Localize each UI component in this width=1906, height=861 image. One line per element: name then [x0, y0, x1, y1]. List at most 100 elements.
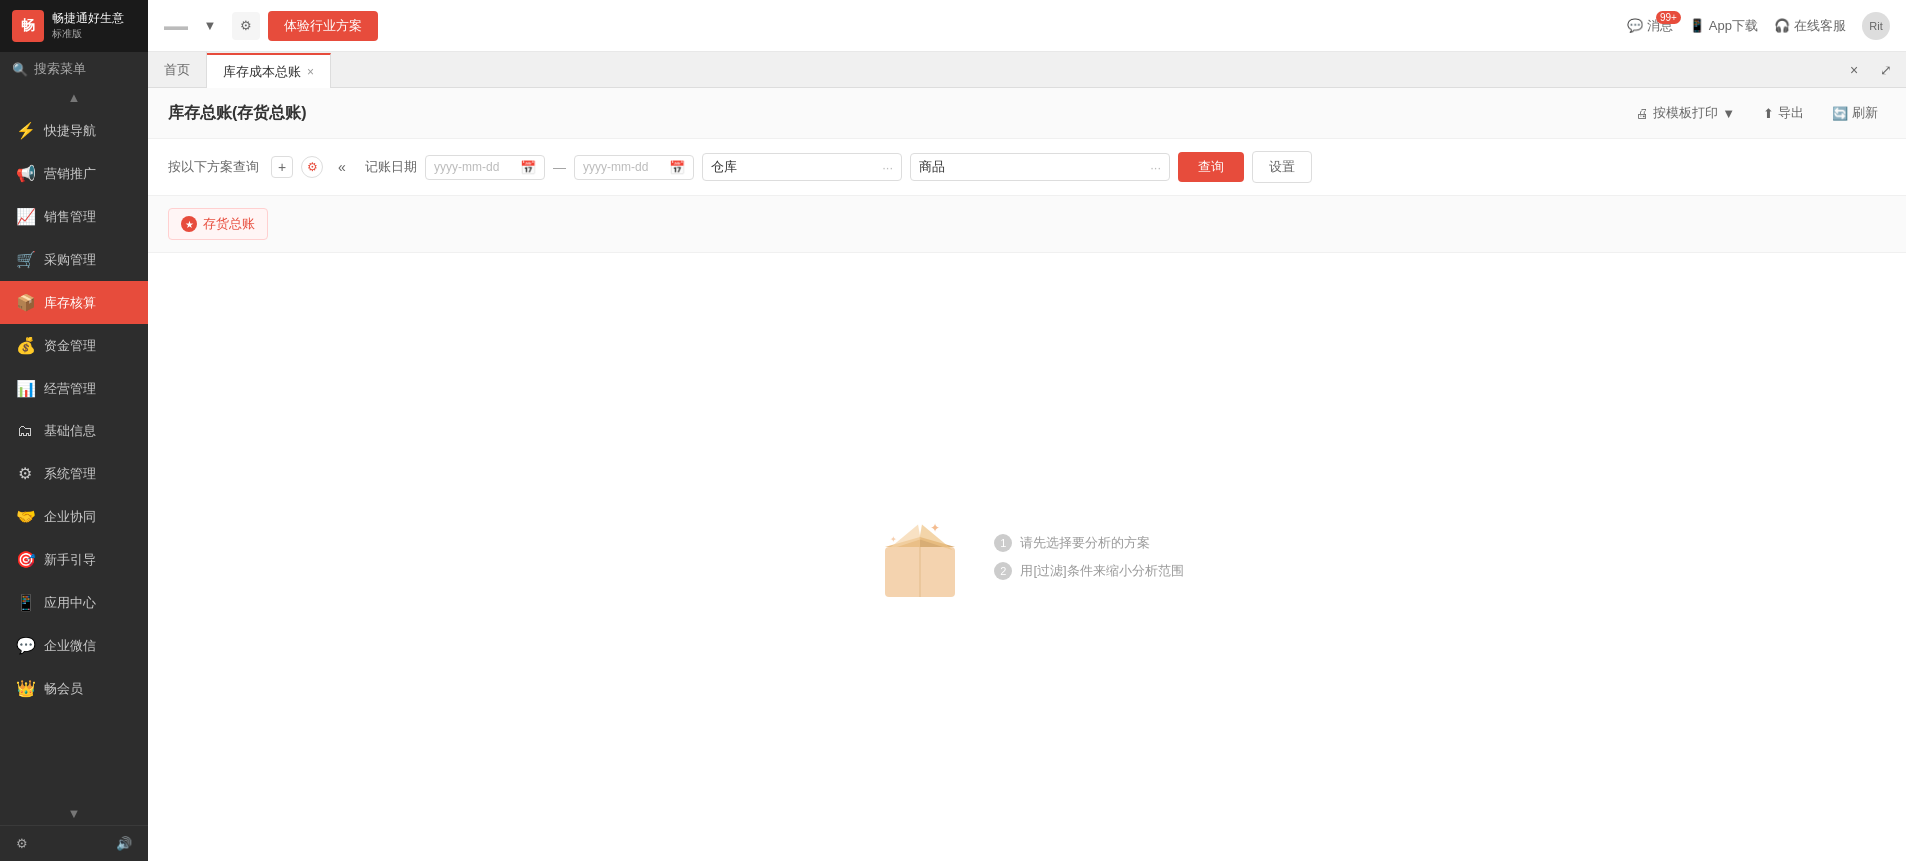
sidebar-item-marketing[interactable]: 📢 营销推广 [0, 152, 148, 195]
page-header: 库存总账(存货总账) 🖨 按模板打印 ▼ ⬆ 导出 🔄 刷新 [148, 88, 1906, 139]
date-from-input[interactable]: yyyy-mm-dd 📅 [425, 155, 545, 180]
sidebar-item-basic[interactable]: 🗂 基础信息 [0, 410, 148, 452]
tab-expand-btn[interactable]: ⤢ [1874, 58, 1898, 82]
sidebar-item-label: 畅会员 [44, 680, 83, 698]
tab-close-all-btn[interactable]: × [1842, 58, 1866, 82]
tab-home-label: 首页 [164, 61, 190, 79]
refresh-icon: 🔄 [1832, 106, 1848, 121]
sidebar-item-label: 快捷导航 [44, 122, 96, 140]
filter-settings-action-btn[interactable]: 设置 [1252, 151, 1312, 183]
sidebar-item-app-center[interactable]: 📱 应用中心 [0, 581, 148, 624]
online-service-label: 在线客服 [1794, 17, 1846, 35]
app-download-btn[interactable]: 📱 App下载 [1689, 17, 1758, 35]
basic-icon: 🗂 [16, 422, 34, 440]
query-btn[interactable]: 查询 [1178, 152, 1244, 182]
sidebar-item-sales[interactable]: 📈 销售管理 [0, 195, 148, 238]
instruction-item-2: 2 用[过滤]条件来缩小分析范围 [994, 562, 1183, 580]
purchase-icon: 🛒 [16, 250, 34, 269]
topbar-gear-btn[interactable]: ⚙ [232, 12, 260, 40]
calendar-icon-end: 📅 [669, 160, 685, 175]
warehouse-dots-icon: ··· [882, 160, 893, 175]
scheme-star-icon: ★ [181, 216, 197, 232]
messages-btn[interactable]: 💬 消息 99+ [1627, 17, 1673, 35]
filter-collapse-btn[interactable]: « [331, 156, 353, 178]
refresh-btn[interactable]: 🔄 刷新 [1824, 100, 1886, 126]
warehouse-select[interactable]: 仓库 ··· [702, 153, 902, 181]
filter-group: 记账日期 yyyy-mm-dd 📅 — yyyy-mm-dd 📅 仓库 ··· [365, 151, 1886, 183]
audio-icon[interactable]: 🔊 [116, 836, 132, 851]
chevron-down-icon: ▼ [204, 18, 217, 33]
search-menu-item[interactable]: 🔍 搜索菜单 [0, 52, 148, 86]
sidebar-item-operations[interactable]: 📊 经营管理 [0, 367, 148, 410]
breadcrumb-text: ▬▬ [164, 19, 188, 33]
sidebar-scroll-up[interactable]: ▲ [0, 86, 148, 109]
gear-icon: ⚙ [240, 18, 252, 33]
warehouse-label: 仓库 [711, 158, 737, 176]
topbar-left: ▬▬ ▼ ⚙ 体验行业方案 [164, 11, 1615, 41]
sidebar-item-purchase[interactable]: 🛒 采购管理 [0, 238, 148, 281]
operations-icon: 📊 [16, 379, 34, 398]
search-icon: 🔍 [12, 62, 28, 77]
svg-text:✦: ✦ [930, 521, 940, 535]
app-title-group: 畅捷通好生意 标准版 [52, 11, 124, 41]
sidebar-item-finance[interactable]: 💰 资金管理 [0, 324, 148, 367]
filter-label: 按以下方案查询 [168, 158, 259, 176]
goods-select[interactable]: 商品 ··· [910, 153, 1170, 181]
sidebar-item-quick-nav[interactable]: ⚡ 快捷导航 [0, 109, 148, 152]
print-template-btn[interactable]: 🖨 按模板打印 ▼ [1628, 100, 1743, 126]
export-btn[interactable]: ⬆ 导出 [1755, 100, 1812, 126]
app-download-label: App下载 [1709, 17, 1758, 35]
topbar-dropdown-btn[interactable]: ▼ [196, 12, 224, 40]
filter-gear-icon: ⚙ [307, 160, 318, 174]
online-service-btn[interactable]: 🎧 在线客服 [1774, 17, 1846, 35]
goods-label: 商品 [919, 158, 945, 176]
marketing-icon: 📢 [16, 164, 34, 183]
print-template-label: 按模板打印 [1653, 104, 1718, 122]
beginner-icon: 🎯 [16, 550, 34, 569]
date-to-input[interactable]: yyyy-mm-dd 📅 [574, 155, 694, 180]
sidebar-item-beginner[interactable]: 🎯 新手引导 [0, 538, 148, 581]
page-header-actions: 🖨 按模板打印 ▼ ⬆ 导出 🔄 刷新 [1628, 100, 1886, 126]
quick-nav-icon: ⚡ [16, 121, 34, 140]
sidebar-scroll-down[interactable]: ▼ [0, 802, 148, 825]
tab-close-btn[interactable]: × [307, 65, 314, 79]
sidebar-item-inventory[interactable]: 📦 库存核算 [0, 281, 148, 324]
topbar-right: 💬 消息 99+ 📱 App下载 🎧 在线客服 Rit [1627, 12, 1890, 40]
sidebar: 畅 畅捷通好生意 标准版 🔍 搜索菜单 ▲ ⚡ 快捷导航 📢 营销推广 📈 销售… [0, 0, 148, 861]
sidebar-item-label: 系统管理 [44, 465, 96, 483]
scheme-item-inventory[interactable]: ★ 存货总账 [168, 208, 268, 240]
tab-inventory-ledger[interactable]: 库存成本总账 × [207, 53, 331, 88]
enterprise-icon: 🤝 [16, 507, 34, 526]
sidebar-nav: ⚡ 快捷导航 📢 营销推广 📈 销售管理 🛒 采购管理 📦 库存核算 💰 资金管… [0, 109, 148, 802]
system-icon: ⚙ [16, 464, 34, 483]
filter-add-btn[interactable]: + [271, 156, 293, 178]
sidebar-item-label: 企业协同 [44, 508, 96, 526]
page-title: 库存总账(存货总账) [168, 103, 307, 124]
main-area: ▬▬ ▼ ⚙ 体验行业方案 💬 消息 99+ 📱 App下载 🎧 在线客服 [148, 0, 1906, 861]
sidebar-item-member[interactable]: 👑 畅会员 [0, 667, 148, 710]
sidebar-item-label: 采购管理 [44, 251, 96, 269]
print-dropdown-icon: ▼ [1722, 106, 1735, 121]
search-menu-label: 搜索菜单 [34, 60, 86, 78]
user-avatar[interactable]: Rit [1862, 12, 1890, 40]
sidebar-item-enterprise[interactable]: 🤝 企业协同 [0, 495, 148, 538]
app-logo: 畅 [12, 10, 44, 42]
page-content: 库存总账(存货总账) 🖨 按模板打印 ▼ ⬆ 导出 🔄 刷新 按以下方案查询 [148, 88, 1906, 861]
member-icon: 👑 [16, 679, 34, 698]
filter-settings-btn[interactable]: ⚙ [301, 156, 323, 178]
refresh-label: 刷新 [1852, 104, 1878, 122]
empty-box-illustration: ✦ ✦ [870, 507, 970, 607]
print-icon: 🖨 [1636, 106, 1649, 121]
sidebar-item-label: 新手引导 [44, 551, 96, 569]
industry-btn[interactable]: 体验行业方案 [268, 11, 378, 41]
sidebar-item-label: 基础信息 [44, 422, 96, 440]
sidebar-item-label: 库存核算 [44, 294, 96, 312]
settings-icon[interactable]: ⚙ [16, 836, 28, 851]
instruction-1-text: 请先选择要分析的方案 [1020, 534, 1150, 552]
goods-dots-icon: ··· [1150, 160, 1161, 175]
sidebar-item-enterprise-wechat[interactable]: 💬 企业微信 [0, 624, 148, 667]
headset-icon: 🎧 [1774, 18, 1790, 33]
empty-instructions: 1 请先选择要分析的方案 2 用[过滤]条件来缩小分析范围 [994, 534, 1183, 580]
sidebar-item-system[interactable]: ⚙ 系统管理 [0, 452, 148, 495]
tab-home[interactable]: 首页 [148, 52, 207, 87]
